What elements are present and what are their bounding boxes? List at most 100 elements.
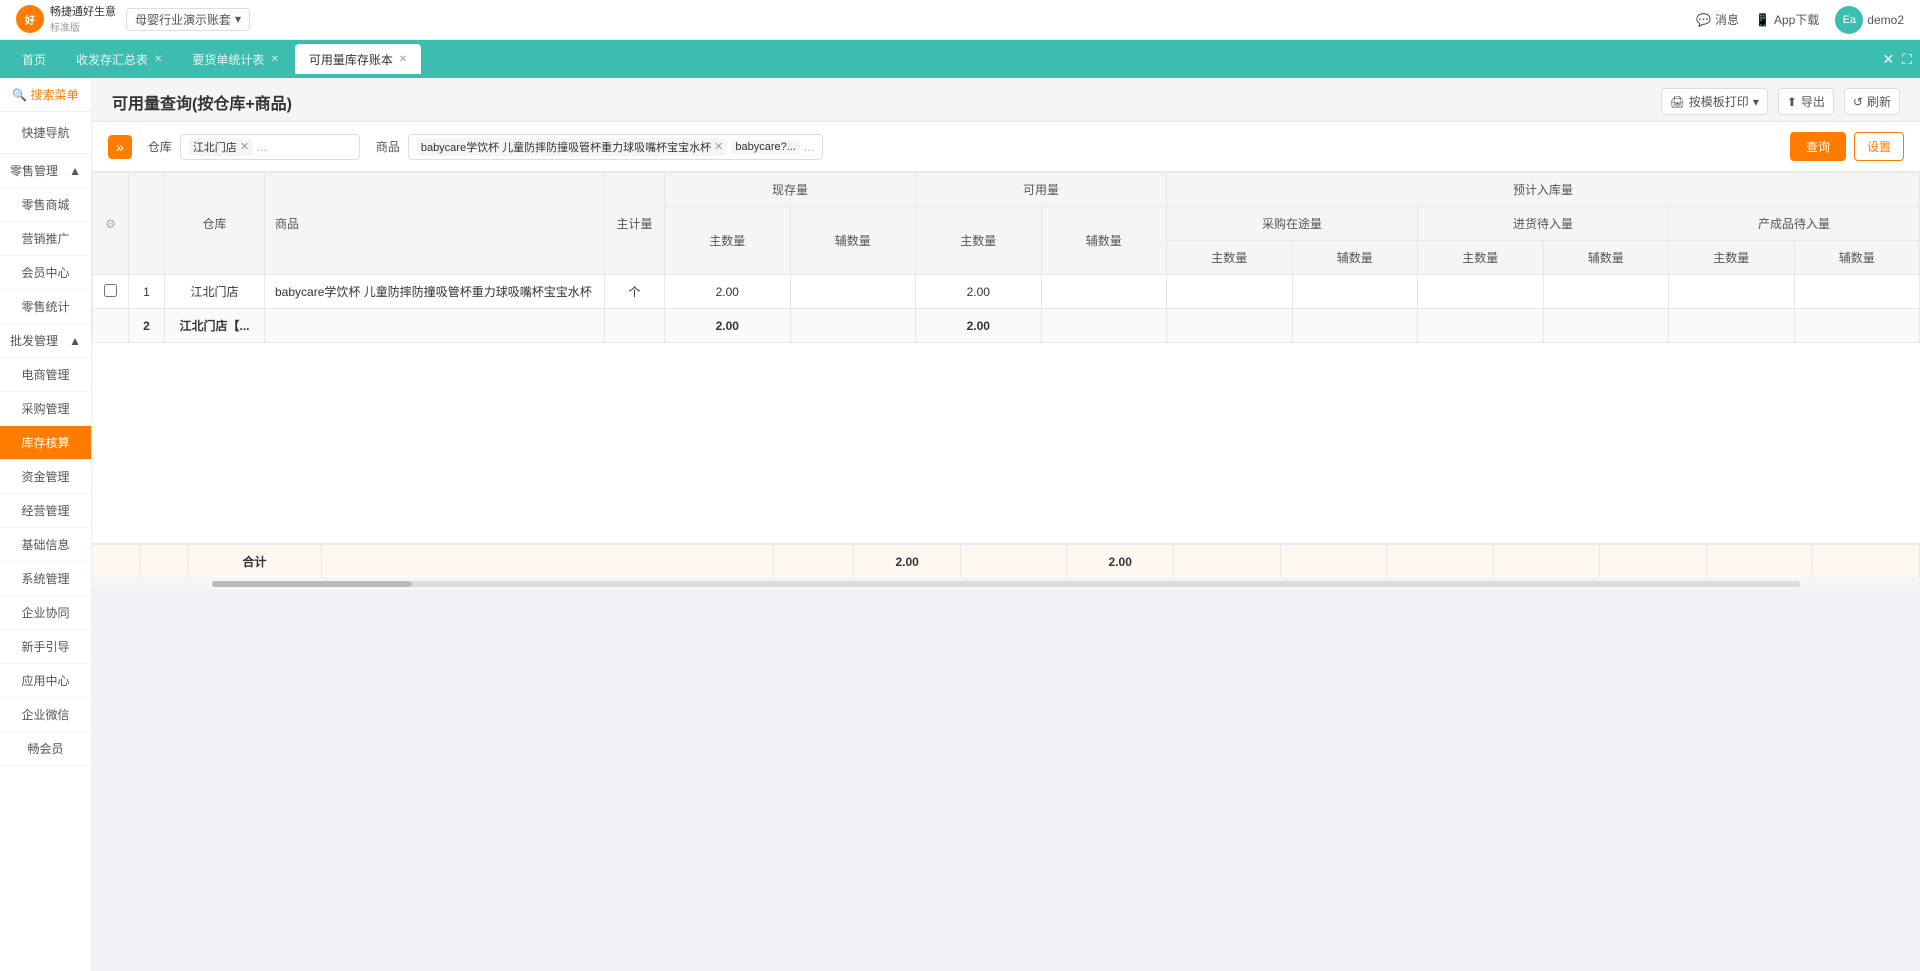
- retail-stats-label: 零售统计: [21, 300, 69, 314]
- product-filter: 商品 babycare学饮杯 儿童防摔防撞吸管杯重力球吸嘴杯宝宝水杯 ✕ bab…: [376, 134, 823, 160]
- sidebar-item-retail-mall[interactable]: 零售商城: [0, 188, 91, 222]
- group-unit-cell: [605, 309, 665, 343]
- search-menu-button[interactable]: 🔍 搜索菜单: [0, 78, 91, 112]
- sidebar-item-basic[interactable]: 基础信息: [0, 528, 91, 562]
- user-area[interactable]: Ea demo2: [1835, 6, 1904, 34]
- query-button[interactable]: 查询: [1790, 132, 1846, 161]
- sidebar-item-operations[interactable]: 经营管理: [0, 494, 91, 528]
- group-incoming-sub: [1543, 309, 1669, 343]
- basic-label: 基础信息: [21, 538, 69, 552]
- sidebar-item-system[interactable]: 系统管理: [0, 562, 91, 596]
- sidebar-item-retail-stats[interactable]: 零售统计: [0, 290, 91, 324]
- group-available-main: 2.00: [916, 309, 1042, 343]
- warehouse-tag-area[interactable]: 江北门店 ✕ ...: [180, 134, 360, 160]
- scrollbar-thumb[interactable]: [212, 581, 412, 587]
- tab-home[interactable]: 首页: [8, 44, 60, 74]
- tab-receive-send[interactable]: 收发存汇总表 ✕: [62, 44, 176, 74]
- logo-text: 畅捷通好生意: [50, 5, 116, 19]
- setting-button[interactable]: 设置: [1854, 132, 1904, 161]
- cell-warehouse: 江北门店: [165, 275, 265, 309]
- cell-unit: 个: [605, 275, 665, 309]
- footer-stock-sub: [960, 545, 1067, 578]
- close-tab-receive-send[interactable]: ✕: [154, 54, 162, 65]
- filter-expand-button[interactable]: »: [108, 135, 132, 159]
- settings-icon[interactable]: ⚙: [105, 217, 116, 231]
- product-filter-more[interactable]: ...: [804, 140, 814, 154]
- table-row: 1 江北门店 babycare学饮杯 儿童防摔防撞吸管杯重力球吸嘴杯宝宝水杯 个…: [93, 275, 1920, 309]
- sidebar-item-inventory[interactable]: 库存核算: [0, 426, 91, 460]
- export-button[interactable]: ⬆ 导出: [1778, 88, 1834, 115]
- product-tag-2-text: babycare?...: [735, 141, 796, 153]
- group-no-cell: 2: [129, 309, 165, 343]
- marketing-label: 营销推广: [21, 232, 69, 246]
- sidebar-item-wechat[interactable]: 企业微信: [0, 698, 91, 732]
- quick-nav-label: 快捷导航: [21, 124, 69, 141]
- scrollbar-track[interactable]: [212, 581, 1800, 587]
- wholesale-collapse-icon: ▲: [69, 334, 81, 348]
- cell-production-main: [1669, 275, 1795, 309]
- warehouse-tag: 江北门店 ✕: [189, 138, 253, 156]
- sidebar-section-wholesale-header[interactable]: 批发管理 ▲: [0, 324, 91, 358]
- filter-area: » 仓库 江北门店 ✕ ... 商品 babycare学饮杯 儿童防摔防撞吸管杯…: [92, 122, 1920, 172]
- th-settings[interactable]: ⚙: [93, 173, 129, 275]
- sidebar-item-ecommerce[interactable]: 电商管理: [0, 358, 91, 392]
- row-checkbox[interactable]: [104, 284, 117, 297]
- sidebar-item-member[interactable]: 会员中心: [0, 256, 91, 290]
- warehouse-filter-more[interactable]: ...: [257, 140, 267, 154]
- group-checkbox-cell: [93, 309, 129, 343]
- cell-available-main: 2.00: [916, 275, 1042, 309]
- content-area: 可用量查询(按仓库+商品) 🖨 按模板打印 ▾ ⬆ 导出 ↺ 刷新: [92, 78, 1920, 971]
- table-body: 1 江北门店 babycare学饮杯 儿童防摔防撞吸管杯重力球吸嘴杯宝宝水杯 个…: [93, 275, 1920, 343]
- search-menu-label: 搜索菜单: [31, 88, 79, 102]
- sidebar-item-purchase[interactable]: 采购管理: [0, 392, 91, 426]
- horizontal-scrollbar[interactable]: [92, 578, 1920, 590]
- close-tab-available-stock[interactable]: ✕: [399, 54, 407, 65]
- expand-icon[interactable]: ⛶: [1902, 51, 1912, 68]
- finance-label: 资金管理: [21, 470, 69, 484]
- sidebar-item-newbie[interactable]: 新手引导: [0, 630, 91, 664]
- remove-product-tag-1[interactable]: ✕: [714, 140, 723, 153]
- product-tag-area[interactable]: babycare学饮杯 儿童防摔防撞吸管杯重力球吸嘴杯宝宝水杯 ✕ babyca…: [408, 134, 823, 160]
- footer-prod-main: [1706, 545, 1813, 578]
- sidebar-item-finance[interactable]: 资金管理: [0, 460, 91, 494]
- remove-warehouse-tag[interactable]: ✕: [240, 140, 249, 153]
- message-button[interactable]: 💬 消息: [1696, 11, 1739, 28]
- quick-nav-item[interactable]: 快捷导航: [0, 112, 91, 154]
- tenant-selector[interactable]: 母婴行业演示账套 ▾: [126, 8, 250, 31]
- avatar: Ea: [1835, 6, 1863, 34]
- expand-arrows-icon: »: [116, 139, 124, 155]
- sidebar-item-vip[interactable]: 畅会员: [0, 732, 91, 766]
- sidebar-section-retail-header[interactable]: 零售管理 ▲: [0, 154, 91, 188]
- refresh-label: 刷新: [1867, 93, 1891, 110]
- top-bar-left: 好 畅捷通好生意 标准版 母婴行业演示账套 ▾: [16, 5, 250, 34]
- tab-order-stats[interactable]: 要货单统计表 ✕: [178, 44, 292, 74]
- app-download-button[interactable]: 📱 App下载: [1755, 11, 1819, 28]
- th-stock-sub: 辅数量: [790, 207, 916, 275]
- logo-area: 好 畅捷通好生意 标准版: [16, 5, 116, 34]
- th-incoming-sub: 辅数量: [1543, 241, 1669, 275]
- tab-receive-send-label: 收发存汇总表: [76, 51, 148, 68]
- inventory-label: 库存核算: [21, 436, 69, 450]
- refresh-button[interactable]: ↺ 刷新: [1844, 88, 1900, 115]
- group-stock-sub: [790, 309, 916, 343]
- tab-available-stock[interactable]: 可用量库存账本 ✕: [295, 44, 421, 74]
- cell-incoming-sub: [1543, 275, 1669, 309]
- group-incoming-main: [1418, 309, 1544, 343]
- page-actions: 🖨 按模板打印 ▾ ⬆ 导出 ↺ 刷新: [1661, 88, 1900, 115]
- product-tag-2: babycare?...: [731, 140, 800, 154]
- sidebar-item-enterprise[interactable]: 企业协同: [0, 596, 91, 630]
- sidebar-item-marketing[interactable]: 营销推广: [0, 222, 91, 256]
- cell-checkbox[interactable]: [93, 275, 129, 309]
- footer-pt-sub: [1387, 545, 1494, 578]
- footer-label: 合计: [188, 545, 321, 578]
- tenant-name: 母婴行业演示账套: [135, 11, 231, 28]
- print-button[interactable]: 🖨 按模板打印 ▾: [1661, 88, 1768, 115]
- sidebar-item-app-center[interactable]: 应用中心: [0, 664, 91, 698]
- footer-empty-unit: [774, 545, 854, 578]
- collapse-icon: ▲: [69, 164, 81, 178]
- th-product: 商品: [265, 173, 605, 275]
- close-tab-order-stats[interactable]: ✕: [270, 54, 278, 65]
- footer-stock-main: 2.00: [854, 545, 961, 578]
- ecommerce-label: 电商管理: [21, 368, 69, 382]
- close-all-tabs-icon[interactable]: ✕: [1882, 51, 1894, 68]
